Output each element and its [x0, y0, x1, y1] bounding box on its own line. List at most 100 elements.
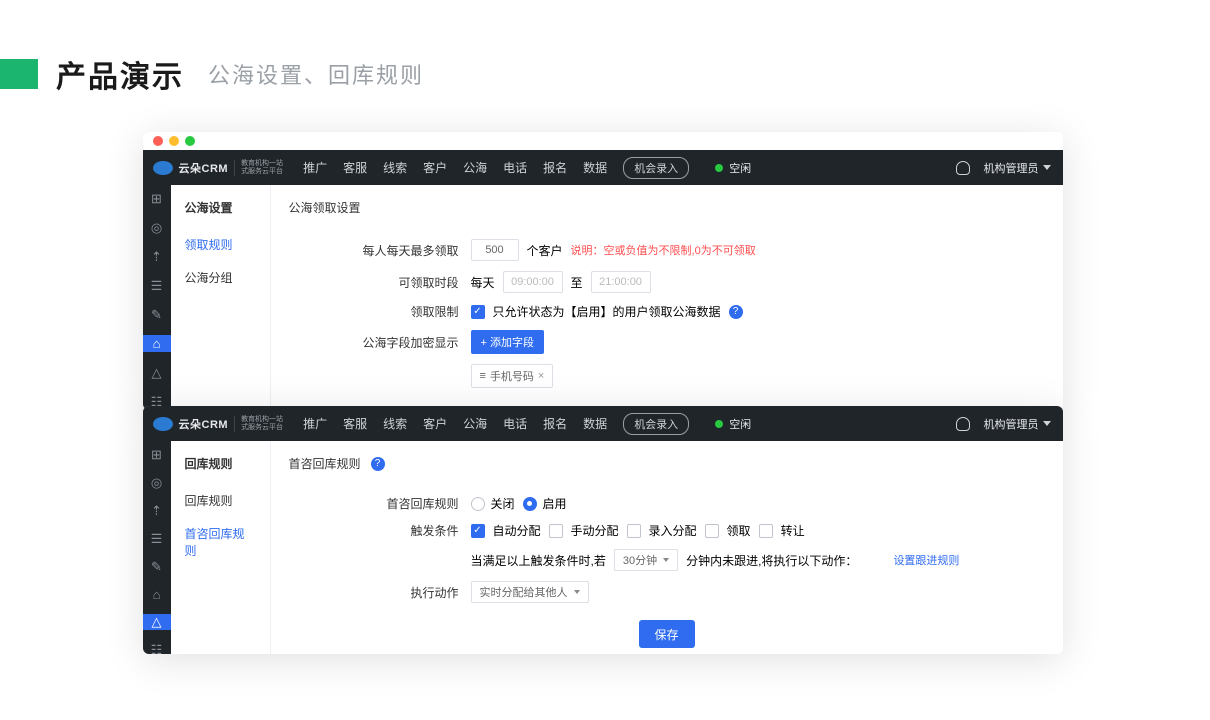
rail-icon[interactable]: ✎ [143, 307, 171, 324]
rail-icon-active[interactable]: △ [143, 614, 171, 630]
sidebar: 公海设置 领取规则 公海分组 [171, 185, 271, 410]
topnav: 推广 客服 线索 客户 公海 电话 报名 数据 机会录入 [303, 413, 689, 435]
checkbox-record-assign[interactable] [627, 524, 641, 538]
nav-item[interactable]: 报名 [543, 415, 567, 432]
chevron-down-icon [1043, 165, 1051, 170]
content-panel: 首咨回库规则 ? 首咨回库规则 关闭 启用 触发条件 ✓自动分配 [271, 441, 1063, 654]
chevron-down-icon [663, 558, 669, 562]
brand-logo[interactable]: 云朵CRM 教育机构一站 式服务云平台 [143, 416, 294, 432]
help-icon[interactable]: ? [729, 305, 743, 319]
checkbox-claim[interactable] [705, 524, 719, 538]
nav-item[interactable]: 线索 [383, 415, 407, 432]
topnav: 推广 客服 线索 客户 公海 电话 报名 数据 机会录入 [303, 157, 689, 179]
rail-icon[interactable]: ✎ [143, 559, 171, 575]
content-title: 首咨回库规则 [289, 455, 361, 472]
nav-item[interactable]: 数据 [583, 159, 607, 176]
field-label: 首咨回库规则 [271, 495, 471, 512]
nav-item[interactable]: 客服 [343, 415, 367, 432]
rail-icon-active[interactable]: ⌂ [143, 335, 171, 352]
topbar: 云朵CRM 教育机构一站 式服务云平台 推广 客服 线索 客户 公海 电话 报名… [143, 406, 1063, 441]
field-label: 领取限制 [271, 303, 471, 320]
nav-item[interactable]: 电话 [503, 159, 527, 176]
window-chrome [143, 132, 1063, 150]
bell-icon[interactable] [956, 161, 970, 175]
nav-item[interactable]: 公海 [463, 415, 487, 432]
radio-off[interactable]: 关闭 [471, 495, 515, 512]
brand-name: 云朵CRM [179, 416, 229, 432]
icon-rail: ⊞ ◎ ⇡ ☰ ✎ ⌂ △ ☷ [143, 441, 171, 654]
add-field-button[interactable]: + 添加字段 [471, 330, 544, 354]
maximize-icon[interactable] [185, 136, 195, 146]
sidebar-item-return-rule[interactable]: 回库规则 [171, 484, 270, 517]
page-title-main: 产品演示 [56, 52, 184, 96]
close-icon[interactable] [153, 136, 163, 146]
rail-icon[interactable]: ⊞ [143, 191, 171, 208]
brand-tagline: 教育机构一站 式服务云平台 [234, 416, 283, 432]
nav-pill[interactable]: 机会录入 [623, 413, 689, 435]
radio-on[interactable]: 启用 [523, 495, 567, 512]
rail-icon[interactable]: ⇡ [143, 503, 171, 519]
sidebar-item-first-consult[interactable]: 首咨回库规则 [171, 517, 270, 567]
icon-rail: ⊞ ◎ ⇡ ☰ ✎ ⌂ △ ☷ [143, 185, 171, 410]
list-icon: ≡ [480, 370, 486, 382]
brand-logo[interactable]: 云朵CRM 教育机构一站 式服务云平台 [143, 160, 294, 176]
time-to-input[interactable] [591, 271, 651, 293]
nav-item[interactable]: 公海 [463, 159, 487, 176]
rail-icon[interactable]: ⌂ [143, 587, 171, 602]
rail-icon[interactable]: ◎ [143, 220, 171, 237]
rail-icon[interactable]: ☰ [143, 531, 171, 547]
checkbox-manual-assign[interactable] [549, 524, 563, 538]
bell-icon[interactable] [956, 417, 970, 431]
encrypted-field-chip[interactable]: ≡ 手机号码 × [471, 364, 554, 388]
action-select[interactable]: 实时分配给其他人 [471, 581, 589, 603]
minimize-icon[interactable] [169, 136, 179, 146]
rail-icon[interactable]: ⇡ [143, 249, 171, 266]
rail-icon[interactable]: ◎ [143, 475, 171, 491]
field-note: 说明：空或负值为不限制,0为不可领取 [571, 242, 756, 258]
max-claim-input[interactable] [471, 239, 519, 261]
field-label: 可领取时段 [271, 274, 471, 291]
minutes-select[interactable]: 30分钟 [614, 549, 678, 571]
nav-item[interactable]: 数据 [583, 415, 607, 432]
accent-bar [0, 59, 38, 89]
nav-item[interactable]: 客户 [423, 159, 447, 176]
nav-pill[interactable]: 机会录入 [623, 157, 689, 179]
sidebar-item-claim-rule[interactable]: 领取规则 [171, 228, 270, 261]
nav-item[interactable]: 推广 [303, 415, 327, 432]
nav-item[interactable]: 推广 [303, 159, 327, 176]
field-label: 触发条件 [271, 522, 471, 539]
rail-icon[interactable]: △ [143, 364, 171, 381]
set-follow-rule-link[interactable]: 设置跟进规则 [893, 552, 959, 568]
status-dot-icon [715, 164, 723, 172]
admin-menu[interactable]: 机构管理员 [984, 160, 1051, 176]
brand-tagline: 教育机构一站 式服务云平台 [234, 160, 283, 176]
sidebar-item-group[interactable]: 公海分组 [171, 261, 270, 294]
rail-icon[interactable]: ☰ [143, 278, 171, 295]
nav-item[interactable]: 线索 [383, 159, 407, 176]
sidebar: 回库规则 回库规则 首咨回库规则 [171, 441, 271, 654]
save-button[interactable]: 保存 [639, 620, 695, 648]
time-from-input[interactable] [503, 271, 563, 293]
checkbox-auto-assign[interactable]: ✓ [471, 524, 485, 538]
field-label: 每人每天最多领取 [271, 242, 471, 259]
nav-item[interactable]: 电话 [503, 415, 527, 432]
chevron-down-icon [574, 590, 580, 594]
remove-chip-icon[interactable]: × [538, 370, 544, 382]
topbar: 云朵CRM 教育机构一站 式服务云平台 推广 客服 线索 客户 公海 电话 报名… [143, 150, 1063, 185]
checkbox-enabled-only[interactable]: ✓ [471, 305, 485, 319]
window-return-rules: 云朵CRM 教育机构一站 式服务云平台 推广 客服 线索 客户 公海 电话 报名… [143, 406, 1063, 654]
nav-item[interactable]: 客户 [423, 415, 447, 432]
checkbox-transfer[interactable] [759, 524, 773, 538]
sidebar-title: 公海设置 [171, 199, 270, 228]
rail-icon[interactable]: ⊞ [143, 447, 171, 463]
nav-item[interactable]: 客服 [343, 159, 367, 176]
content-panel: 公海领取设置 每人每天最多领取 个客户 说明：空或负值为不限制,0为不可领取 可… [271, 185, 1063, 410]
status-text: 空闲 [729, 416, 751, 432]
status-dot-icon [715, 420, 723, 428]
status-text: 空闲 [729, 160, 751, 176]
rail-icon[interactable]: ☷ [143, 642, 171, 654]
cloud-icon [153, 161, 173, 175]
help-icon[interactable]: ? [371, 457, 385, 471]
nav-item[interactable]: 报名 [543, 159, 567, 176]
admin-menu[interactable]: 机构管理员 [984, 416, 1051, 432]
